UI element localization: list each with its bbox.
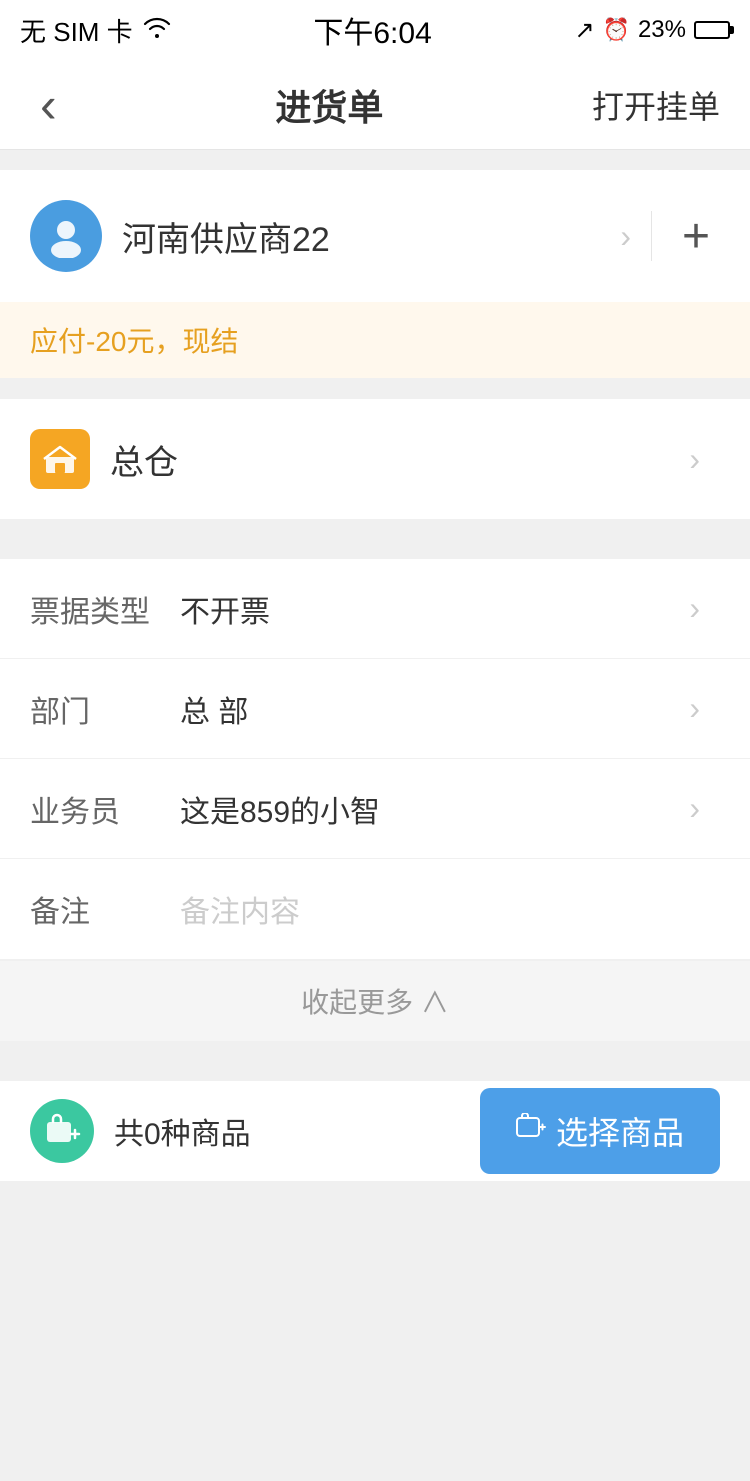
invoice-label: 票据类型: [30, 587, 170, 631]
invoice-row[interactable]: 票据类型 不开票 ›: [0, 559, 750, 659]
collapse-label: 收起更多 ∧: [301, 981, 449, 1021]
alarm-icon: ⏰: [603, 17, 630, 43]
warehouse-icon: [30, 429, 90, 489]
dept-row[interactable]: 部门 总 部 ›: [0, 659, 750, 759]
supplier-divider: [651, 211, 652, 261]
dept-chevron-icon: ›: [689, 690, 700, 727]
battery-percent: 23%: [638, 16, 686, 44]
battery-icon: [694, 21, 730, 39]
salesman-value: 这是859的小智: [170, 787, 689, 831]
carrier-label: 无 SIM 卡: [20, 12, 133, 49]
supplier-chevron-icon: ›: [620, 218, 631, 255]
status-left: 无 SIM 卡: [20, 12, 171, 49]
invoice-chevron-icon: ›: [689, 590, 700, 627]
warehouse-chevron-icon: ›: [689, 441, 700, 478]
product-count: 共0种商品: [114, 1109, 480, 1153]
back-button[interactable]: ‹: [30, 66, 67, 144]
warehouse-section: 总仓 ›: [0, 398, 750, 519]
salesman-row[interactable]: 业务员 这是859的小智 ›: [0, 759, 750, 859]
invoice-value: 不开票: [170, 587, 689, 631]
notice-text: 应付-20元，现结: [30, 326, 238, 357]
section-gap-1: [0, 150, 750, 170]
section-gap-3: [0, 519, 750, 539]
collapse-row[interactable]: 收起更多 ∧: [0, 961, 750, 1041]
remark-input[interactable]: 备注内容: [170, 887, 720, 931]
main-content: 河南供应商22 › + 应付-20元，现结 总仓 › 票据类: [0, 150, 750, 1481]
warehouse-name: 总仓: [110, 435, 689, 484]
supplier-row[interactable]: 河南供应商22 › +: [0, 170, 750, 302]
supplier-avatar: [30, 200, 102, 272]
salesman-chevron-icon: ›: [689, 790, 700, 827]
open-pending-button[interactable]: 打开挂单: [592, 82, 720, 128]
section-gap-2: [0, 378, 750, 398]
notice-bar: 应付-20元，现结: [0, 302, 750, 378]
remark-label: 备注: [30, 887, 170, 931]
supplier-name: 河南供应商22: [122, 212, 620, 261]
form-section: 票据类型 不开票 › 部门 总 部 › 业务员 这是859的小智 › 备注 备注…: [0, 559, 750, 959]
dept-label: 部门: [30, 687, 170, 731]
add-supplier-button[interactable]: +: [672, 209, 720, 264]
section-gap-4: [0, 1041, 750, 1061]
page-title: 进货单: [275, 79, 383, 131]
status-right: ↗ ⏰ 23%: [574, 16, 730, 45]
supplier-section: 河南供应商22 › + 应付-20元，现结: [0, 170, 750, 378]
salesman-label: 业务员: [30, 787, 170, 831]
select-product-button[interactable]: 选择商品: [480, 1088, 720, 1174]
dept-value: 总 部: [170, 687, 689, 731]
nav-bar: ‹ 进货单 打开挂单: [0, 60, 750, 150]
select-product-icon: [516, 1113, 546, 1149]
location-icon: ↗: [574, 16, 594, 45]
remark-row[interactable]: 备注 备注内容: [0, 859, 750, 959]
warehouse-row[interactable]: 总仓 ›: [0, 398, 750, 519]
empty-space: [0, 1181, 750, 1481]
status-time: 下午6:04: [313, 8, 431, 52]
bottom-bar: 共0种商品 选择商品: [0, 1081, 750, 1181]
select-product-label: 选择商品: [556, 1108, 684, 1154]
status-bar: 无 SIM 卡 下午6:04 ↗ ⏰ 23%: [0, 0, 750, 60]
product-icon: [30, 1099, 94, 1163]
wifi-icon: [143, 15, 171, 46]
